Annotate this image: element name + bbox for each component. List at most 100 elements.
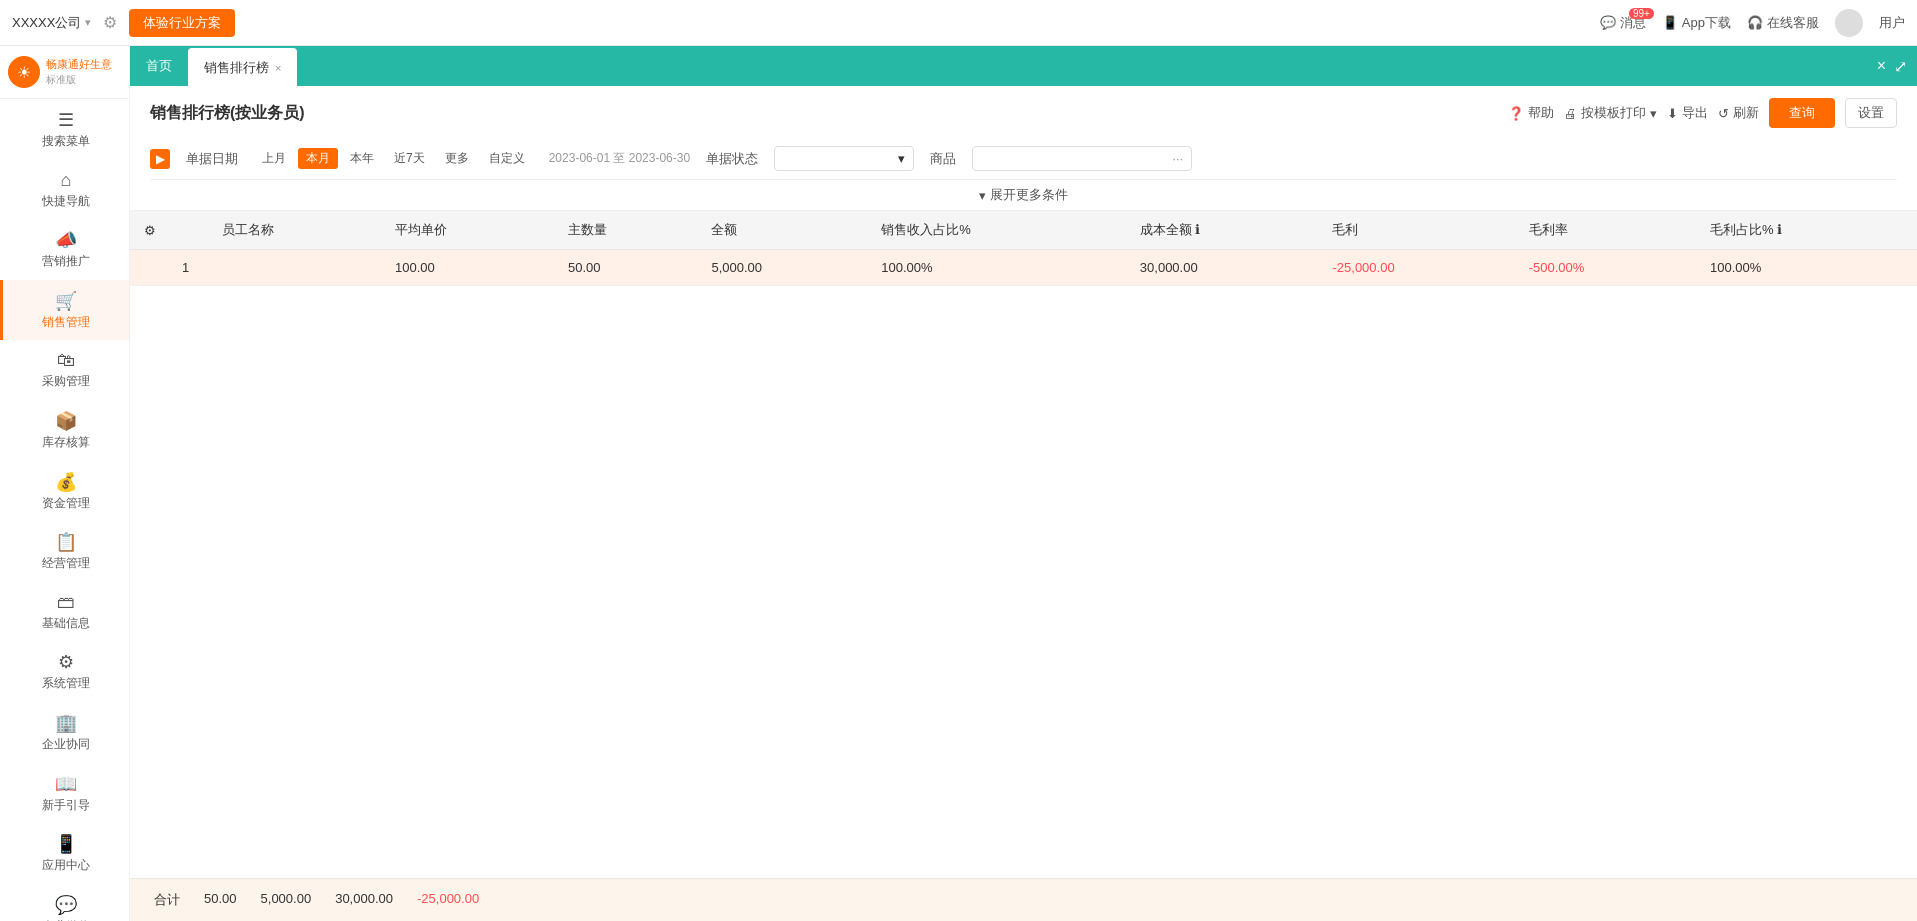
td-gross-rate: -500.00% xyxy=(1517,250,1698,286)
footer-gross: -25,000.00 xyxy=(405,887,491,913)
status-select[interactable]: ▾ xyxy=(774,146,914,171)
date-tab-7days[interactable]: 近7天 xyxy=(386,148,433,169)
sidebar-item-sales[interactable]: 🛒 销售管理 xyxy=(0,280,129,341)
data-table: ⚙ 员工名称 平均单价 主数量 全额 销售收入占比% 成本全额 ℹ 毛利 毛利率… xyxy=(130,211,1917,286)
trial-button[interactable]: 体验行业方案 xyxy=(129,9,235,37)
td-rank: 1 xyxy=(170,250,210,286)
table-row: 1 100.00 50.00 5,000.00 100.00% 30,000.0… xyxy=(130,250,1917,286)
sidebar-item-finance[interactable]: 💰 资金管理 xyxy=(0,461,129,522)
online-service-label: 在线客服 xyxy=(1767,14,1819,32)
sidebar-item-purchase[interactable]: 🛍 采购管理 xyxy=(0,340,129,400)
logo-text-area: 畅康通好生意 标准版 xyxy=(46,57,112,86)
tab-label: 销售排行榜 xyxy=(204,59,269,77)
date-tab-this-year[interactable]: 本年 xyxy=(342,148,382,169)
sidebar-item-enterprise[interactable]: 🏢 企业协同 xyxy=(0,702,129,763)
settings-icon[interactable]: ⚙ xyxy=(103,13,117,32)
search-order-icon: ☰ xyxy=(58,109,74,131)
refresh-label: 刷新 xyxy=(1733,104,1759,122)
status-chevron-icon: ▾ xyxy=(898,151,905,166)
sidebar-label-sales: 销售管理 xyxy=(42,315,90,331)
export-button[interactable]: ⬇ 导出 xyxy=(1667,104,1708,122)
sidebar-label-enterprise: 企业协同 xyxy=(42,737,90,753)
inventory-icon: 📦 xyxy=(55,410,77,432)
date-tab-custom[interactable]: 自定义 xyxy=(481,148,533,169)
sidebar-item-search-order[interactable]: ☰ 搜索菜单 xyxy=(0,99,129,160)
sidebar-item-guide[interactable]: 📖 新手引导 xyxy=(0,763,129,824)
sidebar-label-basic-info: 基础信息 xyxy=(42,616,90,632)
sidebar-label-purchase: 采购管理 xyxy=(42,374,90,390)
sidebar-label-marketing: 营销推广 xyxy=(42,254,90,270)
expand-more-btn[interactable]: ▾ 展开更多条件 xyxy=(150,179,1897,210)
top-bar-right: 💬 消息 99+ 📱 App下载 🎧 在线客服 用户 xyxy=(1600,9,1905,37)
th-settings[interactable]: ⚙ xyxy=(130,211,170,250)
date-tab-more[interactable]: 更多 xyxy=(437,148,477,169)
tab-home[interactable]: 首页 xyxy=(130,46,188,86)
app-download-button[interactable]: 📱 App下载 xyxy=(1662,14,1731,32)
guide-icon: 📖 xyxy=(55,773,77,795)
th-avg-price: 平均单价 xyxy=(383,211,556,250)
expand-more-label: 展开更多条件 xyxy=(990,186,1068,204)
goods-more-icon: ··· xyxy=(1172,151,1183,166)
status-label: 单据状态 xyxy=(706,150,758,168)
message-badge: 99+ xyxy=(1629,8,1654,19)
main-layout: ☀ 畅康通好生意 标准版 ☰ 搜索菜单 ⌂ 快捷导航 📣 营销推广 🛒 销售管理… xyxy=(0,46,1917,921)
filter-toggle-icon: ▶ xyxy=(156,152,165,166)
sidebar-item-system[interactable]: ⚙ 系统管理 xyxy=(0,641,129,702)
footer-cost: 30,000.00 xyxy=(323,887,405,913)
print-button[interactable]: 🖨 按模板打印 ▾ xyxy=(1564,104,1657,122)
th-gross-pct: 毛利占比% ℹ xyxy=(1698,211,1917,250)
filter-row: ▶ 单据日期 上月 本月 本年 近7天 更多 自定义 2023-06-01 至 … xyxy=(150,138,1897,179)
sidebar-label-finance: 资金管理 xyxy=(42,496,90,512)
date-tab-last-month[interactable]: 上月 xyxy=(254,148,294,169)
tab-sales-rank[interactable]: 销售排行榜 × xyxy=(188,48,297,88)
wechat-icon: 💬 xyxy=(55,894,77,916)
window-maximize-icon[interactable]: ⤢ xyxy=(1894,57,1907,76)
page-actions: ❓ 帮助 🖨 按模板打印 ▾ ⬇ 导出 ↺ xyxy=(1508,98,1897,128)
window-close-icon[interactable]: × xyxy=(1877,57,1886,75)
refresh-button[interactable]: ↺ 刷新 xyxy=(1718,104,1759,122)
system-icon: ⚙ xyxy=(58,651,74,673)
footer-label: 合计 xyxy=(142,887,192,913)
goods-input[interactable]: ··· xyxy=(972,146,1192,171)
sidebar-item-operations[interactable]: 📋 经营管理 xyxy=(0,521,129,582)
company-name: XXXXX公司 xyxy=(12,14,81,32)
sidebar-label-operations: 经营管理 xyxy=(42,556,90,572)
sidebar-item-inventory[interactable]: 📦 库存核算 xyxy=(0,400,129,461)
th-total: 全额 xyxy=(699,211,869,250)
th-gross: 毛利 xyxy=(1320,211,1516,250)
sidebar-label-system: 系统管理 xyxy=(42,676,90,692)
sidebar-item-quick-nav[interactable]: ⌂ 快捷导航 xyxy=(0,160,129,220)
sidebar-item-wechat[interactable]: 💬 企业微信 xyxy=(0,884,129,921)
page-content: 销售排行榜(按业务员) ❓ 帮助 🖨 按模板打印 ▾ ⬇ xyxy=(130,86,1917,921)
td-total: 5,000.00 xyxy=(699,250,869,286)
page-header: 销售排行榜(按业务员) ❓ 帮助 🖨 按模板打印 ▾ ⬇ xyxy=(130,86,1917,211)
app-center-icon: 📱 xyxy=(55,833,77,855)
td-employee xyxy=(210,250,383,286)
message-icon: 💬 xyxy=(1600,15,1616,30)
th-sales-pct: 销售收入占比% xyxy=(869,211,1128,250)
expand-more-icon: ▾ xyxy=(979,188,986,203)
sidebar-item-marketing[interactable]: 📣 营销推广 xyxy=(0,219,129,280)
headset-icon: 🎧 xyxy=(1747,15,1763,30)
enterprise-icon: 🏢 xyxy=(55,712,77,734)
logo-icon: ☀ xyxy=(8,56,40,88)
table-container: ⚙ 员工名称 平均单价 主数量 全额 销售收入占比% 成本全额 ℹ 毛利 毛利率… xyxy=(130,211,1917,878)
filter-toggle-btn[interactable]: ▶ xyxy=(150,149,170,169)
company-selector[interactable]: XXXXX公司 ▾ xyxy=(12,14,91,32)
username-text: 用户 xyxy=(1879,14,1905,32)
online-service-button[interactable]: 🎧 在线客服 xyxy=(1747,14,1819,32)
date-tab-this-month[interactable]: 本月 xyxy=(298,148,338,169)
query-button[interactable]: 查询 xyxy=(1769,98,1835,128)
help-button[interactable]: ❓ 帮助 xyxy=(1508,104,1554,122)
settings-button[interactable]: 设置 xyxy=(1845,98,1897,128)
sidebar-item-basic-info[interactable]: 🗃 基础信息 xyxy=(0,582,129,642)
purchase-icon: 🛍 xyxy=(57,350,75,371)
tab-close-icon[interactable]: × xyxy=(275,62,281,74)
date-tabs: 上月 本月 本年 近7天 更多 自定义 xyxy=(254,148,533,169)
avatar[interactable] xyxy=(1835,9,1863,37)
message-button[interactable]: 💬 消息 99+ xyxy=(1600,14,1646,32)
sidebar-item-app-center[interactable]: 📱 应用中心 xyxy=(0,823,129,884)
table-header-row: ⚙ 员工名称 平均单价 主数量 全额 销售收入占比% 成本全额 ℹ 毛利 毛利率… xyxy=(130,211,1917,250)
operations-icon: 📋 xyxy=(55,531,77,553)
th-gross-rate: 毛利率 xyxy=(1517,211,1698,250)
